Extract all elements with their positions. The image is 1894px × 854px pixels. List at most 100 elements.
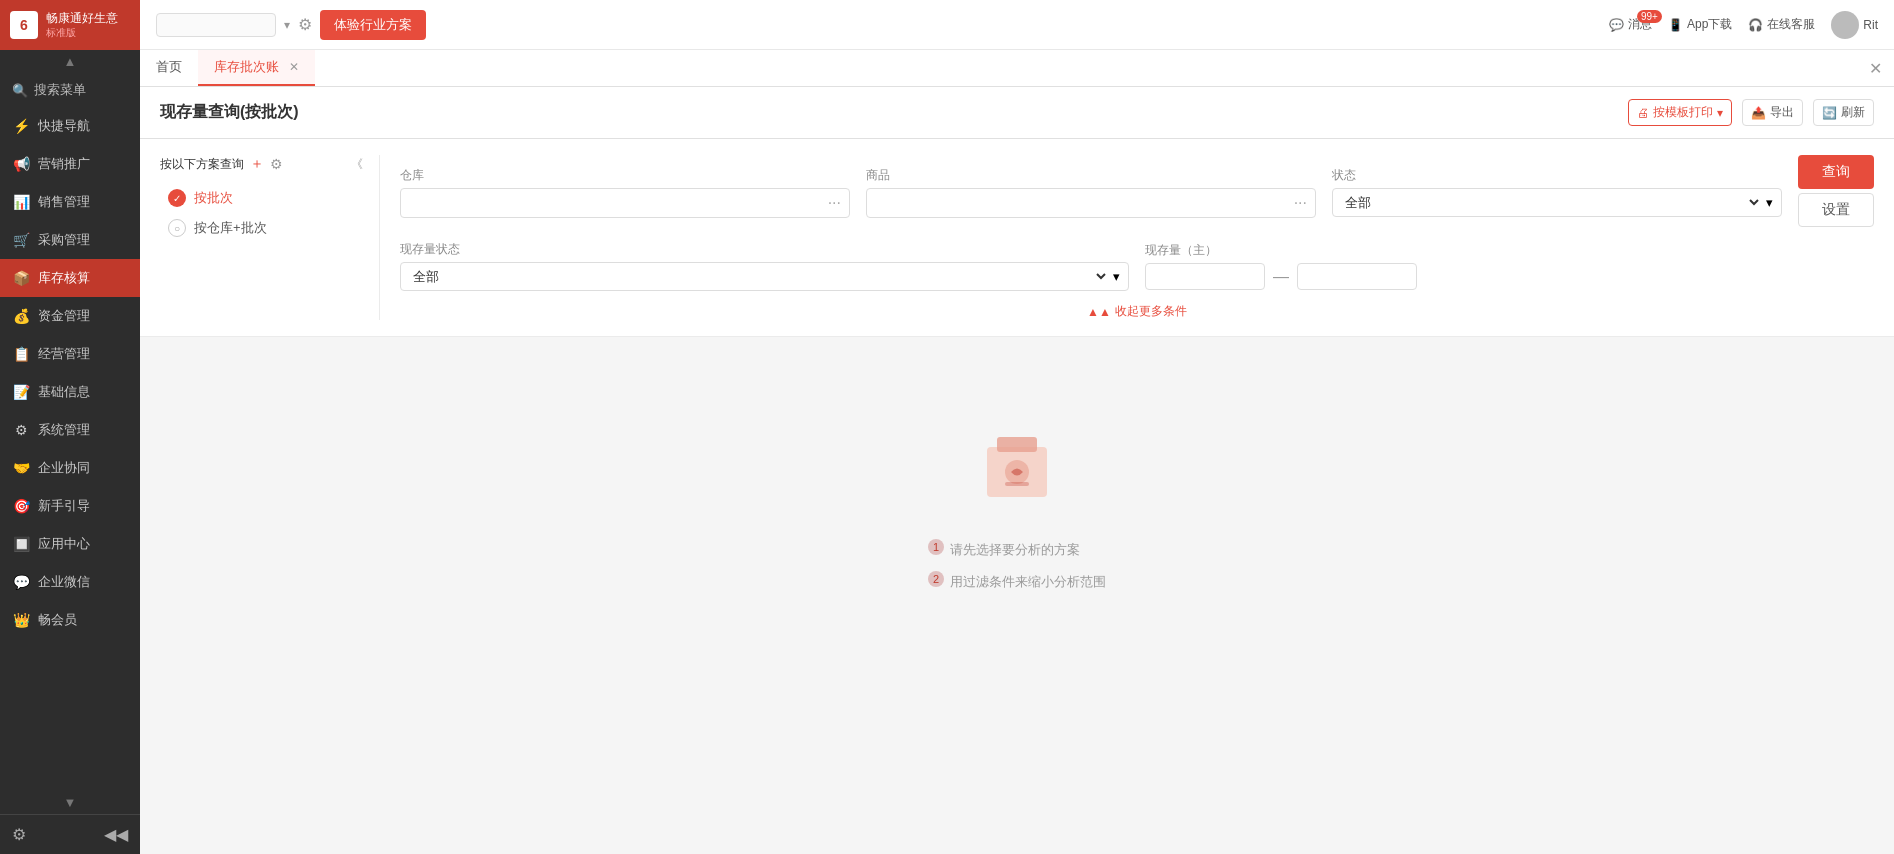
settings-btn[interactable]: 设置 xyxy=(1798,193,1874,227)
app-download-item[interactable]: 📱 App下载 xyxy=(1668,16,1732,33)
warehouse-input[interactable] xyxy=(409,195,824,210)
sidebar-item-enterprise[interactable]: 🤝 企业协同 xyxy=(0,449,140,487)
content-area: 现存量查询(按批次) 🖨 按模板打印 ▾ 📤 导出 🔄 刷新 xyxy=(140,87,1894,854)
sidebar-item-wechat-label: 企业微信 xyxy=(38,573,90,591)
inventory-icon: 📦 xyxy=(12,270,30,286)
sidebar-header: 6 畅康通好生意 标准版 xyxy=(0,0,140,50)
user-item[interactable]: Rit xyxy=(1831,11,1878,39)
warehouse-dots[interactable]: ··· xyxy=(828,194,841,212)
sidebar-item-enterprise-label: 企业协同 xyxy=(38,459,90,477)
collapse-sidebar-btn[interactable]: ◀◀ xyxy=(104,825,128,844)
by-warehouse-batch-label: 按仓库+批次 xyxy=(194,219,267,237)
sales-icon: 📊 xyxy=(12,194,30,210)
sidebar-item-inventory-label: 库存核算 xyxy=(38,269,90,287)
experience-btn[interactable]: 体验行业方案 xyxy=(320,10,426,40)
search-menu-item[interactable]: 🔍 搜索菜单 xyxy=(0,73,140,107)
topbar-right: 💬 消息 99+ 📱 App下载 🎧 在线客服 Rit xyxy=(1609,11,1878,39)
system-icon: ⚙ xyxy=(12,422,30,438)
tip-2-text: 用过滤条件来缩小分析范围 xyxy=(950,569,1106,595)
messages-item[interactable]: 💬 消息 99+ xyxy=(1609,16,1652,33)
sidebar-item-sales[interactable]: 📊 销售管理 xyxy=(0,183,140,221)
app-download-label: App下载 xyxy=(1687,16,1732,33)
sidebar-item-appstore-label: 应用中心 xyxy=(38,535,90,553)
operation-icon: 📋 xyxy=(12,346,30,362)
export-icon: 📤 xyxy=(1751,106,1766,120)
sidebar-item-operation[interactable]: 📋 经营管理 xyxy=(0,335,140,373)
collapse-more-label: 收起更多条件 xyxy=(1115,303,1187,320)
product-input[interactable] xyxy=(875,195,1290,210)
sidebar-item-finance[interactable]: 💰 资金管理 xyxy=(0,297,140,335)
scroll-down-btn[interactable]: ▼ xyxy=(0,791,140,814)
online-service-item[interactable]: 🎧 在线客服 xyxy=(1748,16,1815,33)
tab-home-label: 首页 xyxy=(156,58,182,76)
print-btn[interactable]: 🖨 按模板打印 ▾ xyxy=(1628,99,1732,126)
by-batch-icon: ✓ xyxy=(168,189,186,207)
page-title: 现存量查询(按批次) xyxy=(160,102,299,123)
print-icon: 🖨 xyxy=(1637,106,1649,120)
filter-option-by-batch[interactable]: ✓ 按批次 xyxy=(160,183,363,213)
filter-setting-icon[interactable]: ⚙ xyxy=(270,156,283,172)
online-service-label: 在线客服 xyxy=(1767,16,1815,33)
tabs-bar: 首页 库存批次账 ✕ ✕ xyxy=(140,50,1894,87)
sidebar-item-basic[interactable]: 📝 基础信息 xyxy=(0,373,140,411)
by-batch-label: 按批次 xyxy=(194,189,233,207)
collapse-more-btn[interactable]: ▲▲ 收起更多条件 xyxy=(400,303,1874,320)
stock-status-select[interactable]: 全部 xyxy=(409,268,1109,285)
print-dropdown-icon: ▾ xyxy=(1717,106,1723,120)
product-label: 商品 xyxy=(866,167,1316,184)
query-buttons: 查询 设置 xyxy=(1798,155,1874,229)
sidebar-item-sales-label: 销售管理 xyxy=(38,193,90,211)
sidebar-item-purchase-label: 采购管理 xyxy=(38,231,90,249)
stock-status-chevron-icon: ▾ xyxy=(1113,269,1120,284)
product-dots[interactable]: ··· xyxy=(1294,194,1307,212)
tab-inventory-batch[interactable]: 库存批次账 ✕ xyxy=(198,50,315,86)
enterprise-icon: 🤝 xyxy=(12,460,30,476)
close-all-tabs-btn[interactable]: ✕ xyxy=(1857,59,1894,78)
app-version: 标准版 xyxy=(46,26,118,40)
sidebar-item-marketing-label: 营销推广 xyxy=(38,155,90,173)
status-select[interactable]: 全部 正常 停用 xyxy=(1341,194,1762,211)
scroll-up-btn[interactable]: ▲ xyxy=(0,50,140,73)
search-input[interactable] xyxy=(156,13,276,37)
refresh-btn[interactable]: 🔄 刷新 xyxy=(1813,99,1874,126)
sidebar-item-member-label: 畅会员 xyxy=(38,611,77,629)
sidebar-item-inventory[interactable]: 📦 库存核算 xyxy=(0,259,140,297)
stock-qty-dash: — xyxy=(1273,268,1289,286)
filter-section-label: 按以下方案查询 xyxy=(160,156,244,173)
query-btn[interactable]: 查询 xyxy=(1798,155,1874,189)
filter-add-btn[interactable]: ＋ xyxy=(250,155,264,173)
stock-qty-max-input[interactable] xyxy=(1297,263,1417,290)
headset-icon: 🎧 xyxy=(1748,18,1763,32)
settings-footer-btn[interactable]: ⚙ xyxy=(12,825,26,844)
app-logo: 6 xyxy=(10,11,38,39)
app-download-icon: 📱 xyxy=(1668,18,1683,32)
sidebar-item-marketing[interactable]: 📢 营销推广 xyxy=(0,145,140,183)
sidebar-nav: ⚡ 快捷导航 📢 营销推广 📊 销售管理 🛒 采购管理 📦 库存核算 💰 资金管… xyxy=(0,107,140,791)
stock-qty-field: 现存量（主） — xyxy=(1145,242,1874,290)
sidebar-item-system[interactable]: ⚙ 系统管理 xyxy=(0,411,140,449)
tab-close-btn[interactable]: ✕ xyxy=(289,60,299,74)
sidebar-item-member[interactable]: 👑 畅会员 xyxy=(0,601,140,639)
topbar-gear-icon[interactable]: ⚙ xyxy=(298,15,312,34)
export-label: 导出 xyxy=(1770,104,1794,121)
sidebar-item-wechat[interactable]: 💬 企业微信 xyxy=(0,563,140,601)
filter-collapse-btn[interactable]: 《 xyxy=(351,156,363,173)
stock-qty-min-input[interactable] xyxy=(1145,263,1265,290)
search-icon: 🔍 xyxy=(12,83,28,98)
export-btn[interactable]: 📤 导出 xyxy=(1742,99,1803,126)
dropdown-chevron-icon[interactable]: ▾ xyxy=(284,18,290,32)
topbar: ▾ ⚙ 体验行业方案 💬 消息 99+ 📱 App下载 🎧 在线客服 Rit xyxy=(140,0,1894,50)
tab-inventory-batch-label: 库存批次账 xyxy=(214,58,279,76)
sidebar-item-purchase[interactable]: 🛒 采购管理 xyxy=(0,221,140,259)
sidebar-item-appstore[interactable]: 🔲 应用中心 xyxy=(0,525,140,563)
filter-left: 按以下方案查询 ＋ ⚙ 《 ✓ 按批次 ○ 按仓库+批次 xyxy=(160,155,380,320)
tab-home[interactable]: 首页 xyxy=(140,50,198,86)
sidebar-item-finance-label: 资金管理 xyxy=(38,307,90,325)
sidebar-item-quick-nav[interactable]: ⚡ 快捷导航 xyxy=(0,107,140,145)
print-label: 按模板打印 xyxy=(1653,104,1713,121)
filter-section-title: 按以下方案查询 ＋ ⚙ 《 xyxy=(160,155,363,173)
stock-status-field: 现存量状态 全部 ▾ xyxy=(400,241,1129,291)
filter-row-2: 现存量状态 全部 ▾ 现存量（主） — xyxy=(400,241,1874,291)
sidebar-item-newbie[interactable]: 🎯 新手引导 xyxy=(0,487,140,525)
filter-option-by-warehouse-batch[interactable]: ○ 按仓库+批次 xyxy=(160,213,363,243)
